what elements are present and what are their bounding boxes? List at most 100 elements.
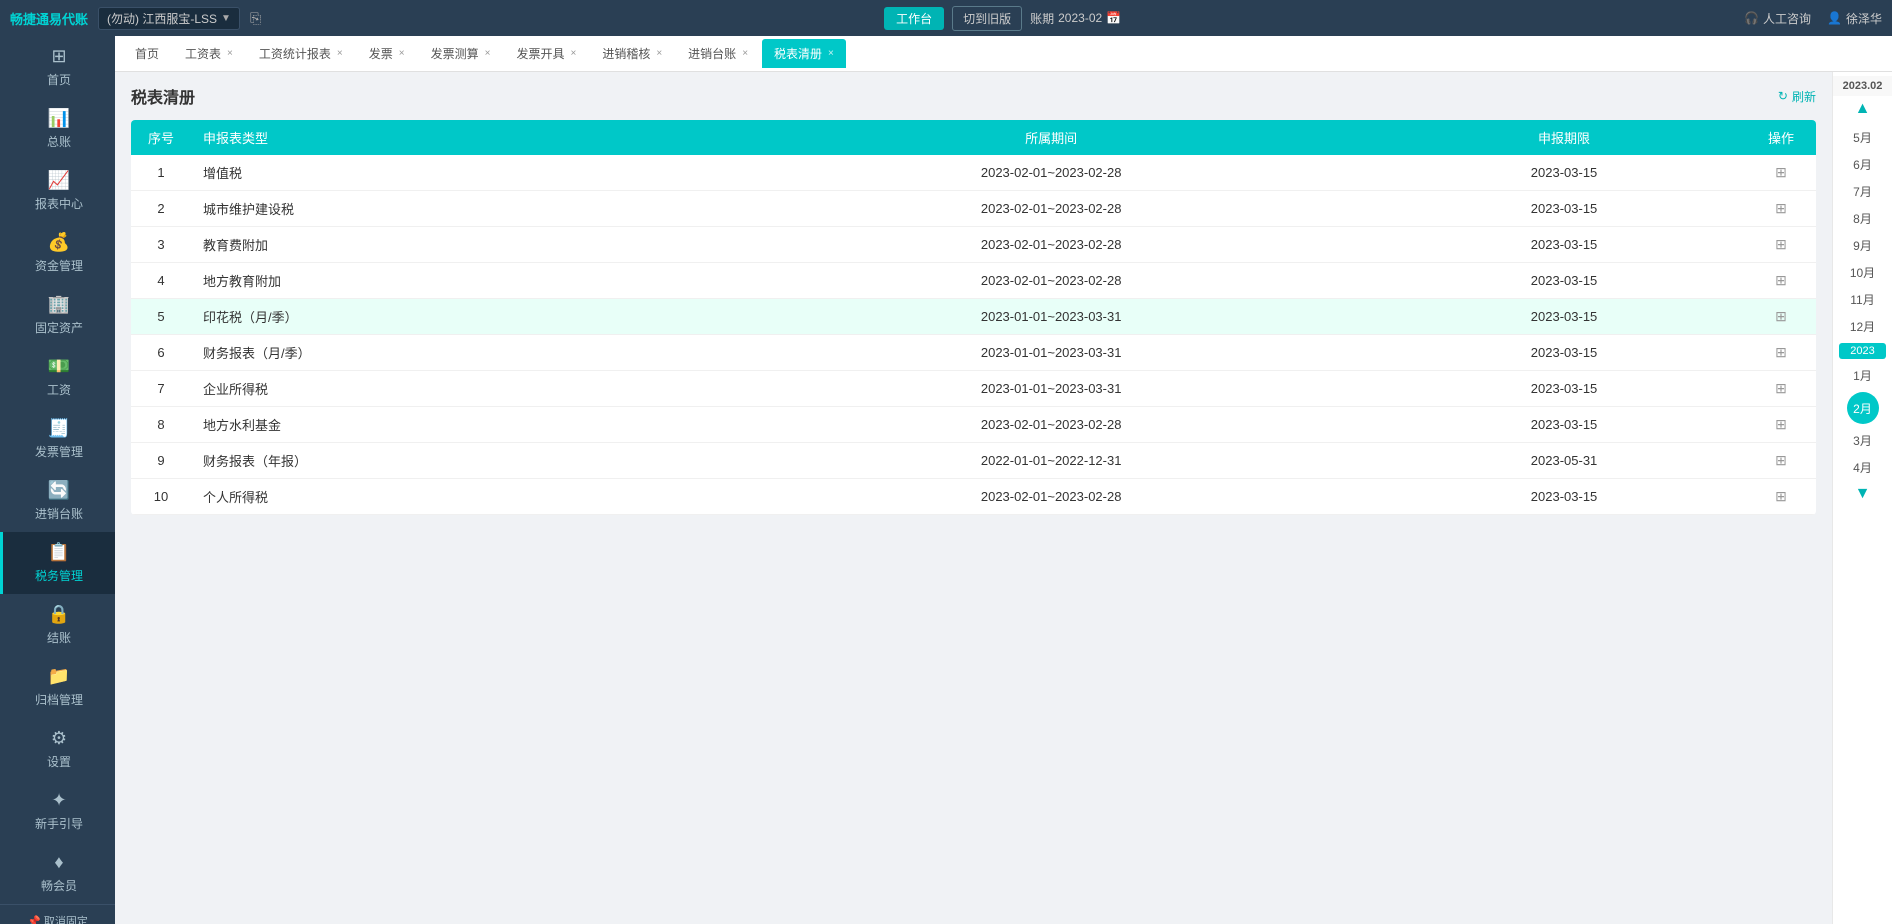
sidebar-item-home[interactable]: ⊞ 首页 [0,36,115,98]
cell-action: ⊞ [1746,191,1816,227]
period-month-4[interactable]: 4月 [1833,454,1892,481]
cell-action: ⊞ [1746,335,1816,371]
tab-close-purchase-ledger[interactable]: × [742,48,748,59]
cell-deadline: 2023-05-31 [1382,443,1746,479]
period-month-11[interactable]: 11月 [1833,286,1892,313]
sidebar-item-guide[interactable]: ✦ 新手引导 [0,780,115,842]
page-title: 税表清册 [131,84,195,108]
sidebar-item-tax[interactable]: 📋 税务管理 [0,532,115,594]
sidebar-item-member[interactable]: ♦ 畅会员 [0,842,115,904]
cell-deadline: 2023-03-15 [1382,407,1746,443]
tab-close-purchase-check[interactable]: × [656,48,662,59]
closing-icon: 🔒 [48,604,70,625]
sidebar-item-salary[interactable]: 💵 工资 [0,346,115,408]
col-period: 所属期间 [720,120,1382,155]
user-profile-button[interactable]: 👤 徐泽华 [1827,10,1882,27]
tab-invoice-calc[interactable]: 发票测算 × [419,39,503,68]
table-header-row: 序号 申报表类型 所属期间 申报期限 操作 [131,120,1816,155]
tab-purchase-ledger[interactable]: 进销台账 × [676,39,760,68]
archive-icon: 📁 [48,666,70,687]
cell-deadline: 2023-03-15 [1382,227,1746,263]
tab-close-invoice-open[interactable]: × [570,48,576,59]
period-month-10[interactable]: 10月 [1833,259,1892,286]
cancel-pin-button[interactable]: 📌 取消固定 [0,904,115,924]
workspace-button[interactable]: 工作台 [884,7,944,30]
sidebar-label-member: 畅会员 [41,877,77,894]
period-value: 2023-02 [1058,11,1102,25]
cell-deadline: 2023-03-15 [1382,371,1746,407]
action-view-icon[interactable]: ⊞ [1775,452,1787,468]
refresh-button[interactable]: ↻ 刷新 [1778,88,1816,105]
sidebar-item-fixed-assets[interactable]: 🏢 固定资产 [0,284,115,346]
action-view-icon[interactable]: ⊞ [1775,308,1787,324]
tab-invoice[interactable]: 发票 × [357,39,417,68]
period-month-7[interactable]: 7月 [1833,178,1892,205]
cell-period: 2023-02-01~2023-02-28 [720,155,1382,191]
col-seq: 序号 [131,120,191,155]
period-month-5[interactable]: 5月 [1833,124,1892,151]
action-view-icon[interactable]: ⊞ [1775,488,1787,504]
cell-action: ⊞ [1746,227,1816,263]
cell-deadline: 2023-03-15 [1382,479,1746,515]
sidebar-item-funds[interactable]: 💰 资金管理 [0,222,115,284]
cell-type: 教育费附加 [191,227,720,263]
action-view-icon[interactable]: ⊞ [1775,272,1787,288]
human-service-button[interactable]: 🎧 人工咨询 [1744,10,1811,27]
table-row: 5 印花税（月/季） 2023-01-01~2023-03-31 2023-03… [131,299,1816,335]
sidebar-item-settings[interactable]: ⚙ 设置 [0,718,115,780]
cell-seq: 5 [131,299,191,335]
tab-close-salary-report[interactable]: × [337,48,343,59]
period-month-12[interactable]: 12月 [1833,313,1892,340]
period-up-button[interactable]: ▲ [1833,96,1892,122]
sidebar-item-archive[interactable]: 📁 归档管理 [0,656,115,718]
copy-icon[interactable]: ⎘ [250,10,261,27]
period-month-3[interactable]: 3月 [1833,427,1892,454]
sidebar-item-closing[interactable]: 🔒 结账 [0,594,115,656]
app-logo: 畅捷通易代账 [10,9,88,28]
period-month-1[interactable]: 1月 [1833,362,1892,389]
content-area: 首页 工资表 × 工资统计报表 × 发票 × 发票测算 × 发票开具 × [115,36,1892,924]
sidebar-item-ledger[interactable]: 📊 总账 [0,98,115,160]
calendar-icon[interactable]: 📅 [1106,11,1121,25]
tab-label-invoice-open: 发票开具 [516,45,564,62]
period-month-8[interactable]: 8月 [1833,205,1892,232]
tab-salary-table[interactable]: 工资表 × [173,39,245,68]
tab-close-invoice[interactable]: × [399,48,405,59]
year-badge-2023: 2023 [1839,343,1886,359]
tab-close-tax-clear[interactable]: × [828,48,834,59]
cell-type: 地方教育附加 [191,263,720,299]
tab-close-invoice-calc[interactable]: × [485,48,491,59]
cell-deadline: 2023-03-15 [1382,299,1746,335]
action-view-icon[interactable]: ⊞ [1775,380,1787,396]
guide-icon: ✦ [51,790,66,811]
cell-type: 个人所得税 [191,479,720,515]
company-selector[interactable]: (勿动) 江西服宝-LSS ▼ [98,7,240,30]
action-view-icon[interactable]: ⊞ [1775,344,1787,360]
tab-close-salary-table[interactable]: × [227,48,233,59]
period-month-9[interactable]: 9月 [1833,232,1892,259]
sidebar-item-report[interactable]: 📈 报表中心 [0,160,115,222]
action-view-icon[interactable]: ⊞ [1775,164,1787,180]
cell-period: 2023-02-01~2023-02-28 [720,479,1382,515]
period-down-button[interactable]: ▼ [1833,481,1892,507]
action-view-icon[interactable]: ⊞ [1775,200,1787,216]
tab-invoice-open[interactable]: 发票开具 × [504,39,588,68]
sidebar-item-invoice[interactable]: 🧾 发票管理 [0,408,115,470]
tab-tax-clear[interactable]: 税表清册 × [762,39,846,68]
action-view-icon[interactable]: ⊞ [1775,236,1787,252]
sidebar-item-purchase-sales[interactable]: 🔄 进销台账 [0,470,115,532]
tab-home[interactable]: 首页 [123,39,171,68]
oldview-button[interactable]: 切到旧版 [952,6,1022,31]
tab-purchase-check[interactable]: 进销稽核 × [590,39,674,68]
company-name: (勿动) 江西服宝-LSS [107,10,217,27]
tab-salary-report[interactable]: 工资统计报表 × [247,39,355,68]
period-month-6[interactable]: 6月 [1833,151,1892,178]
period-panel-header: 2023.02 [1833,76,1892,96]
salary-icon: 💵 [48,356,70,377]
cell-seq: 6 [131,335,191,371]
period-month-2-active[interactable]: 2月 [1847,392,1879,424]
sidebar-label-ledger: 总账 [47,133,71,150]
tab-label-purchase-check: 进销稽核 [602,45,650,62]
cell-action: ⊞ [1746,299,1816,335]
action-view-icon[interactable]: ⊞ [1775,416,1787,432]
